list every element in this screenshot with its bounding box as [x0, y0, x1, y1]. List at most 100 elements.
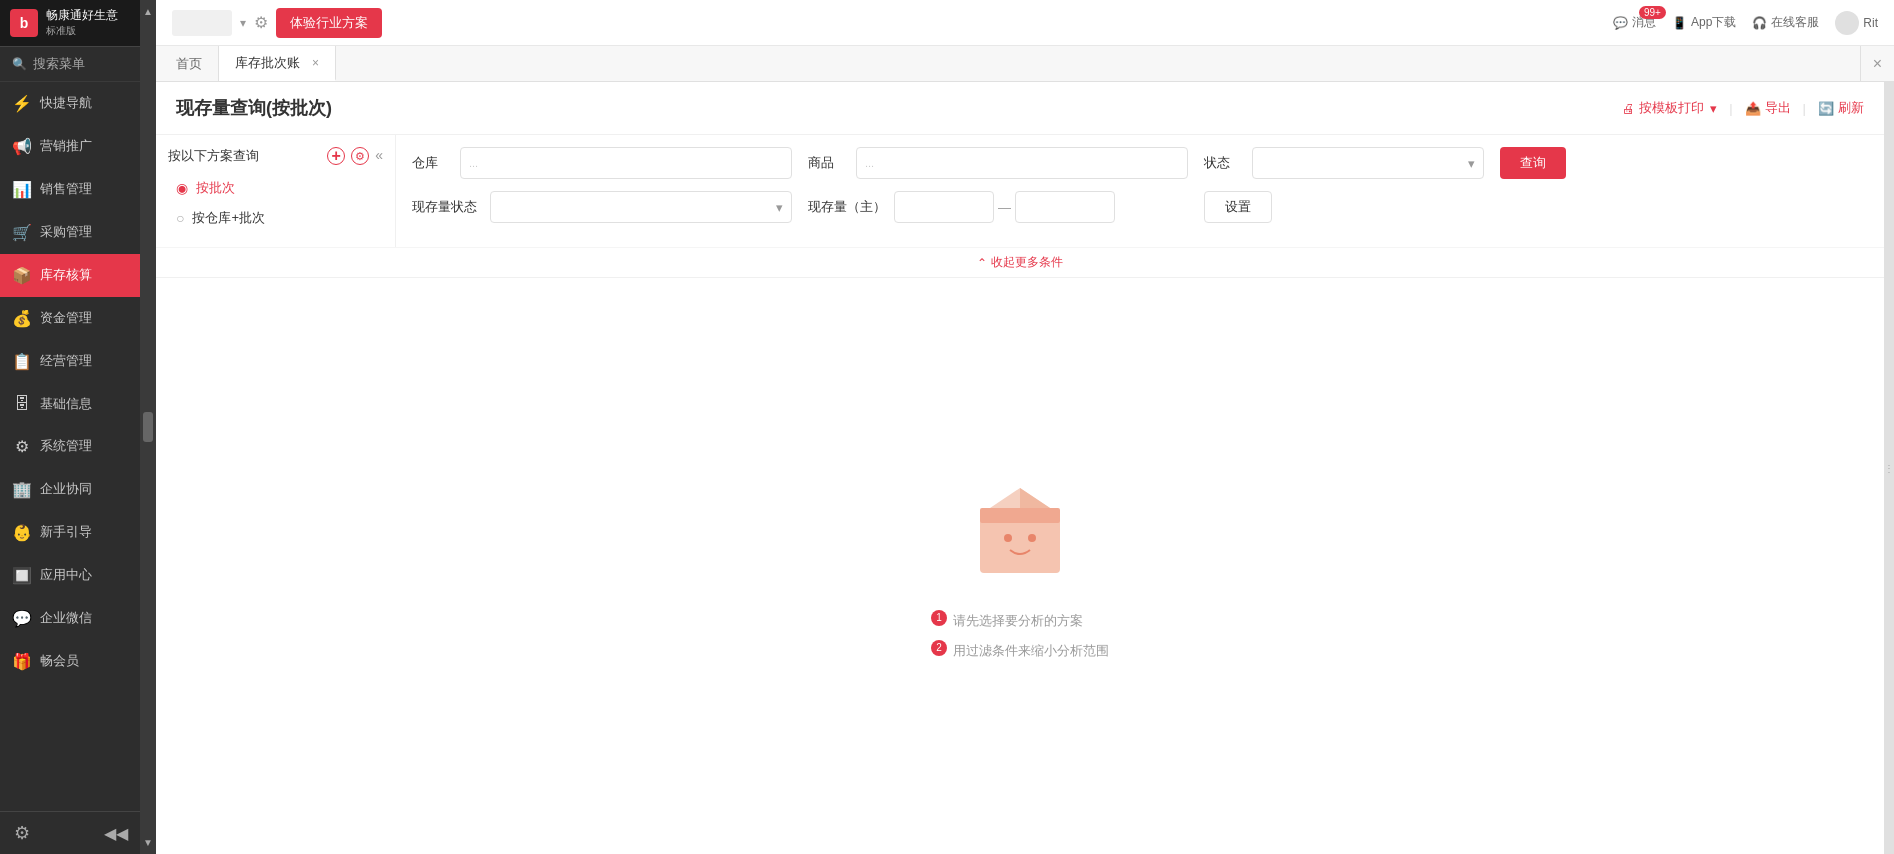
sidebar-item-enterprise[interactable]: 🏢 企业协同 [0, 468, 140, 511]
scheme-item-batch-label: 按批次 [196, 179, 235, 197]
search-icon: 🔍 [12, 57, 27, 71]
warehouse-dots: ... [469, 157, 478, 169]
topbar: ▾ ⚙ 体验行业方案 💬 消息 99+ 📱 App下载 🎧 在线客服 Rit [156, 0, 1894, 46]
app-download-btn[interactable]: 📱 App下载 [1672, 14, 1736, 31]
qty-max-input[interactable] [1015, 191, 1115, 223]
product-label: 商品 [808, 154, 848, 172]
status-label: 状态 [1204, 154, 1244, 172]
qty-range-sep: — [998, 200, 1011, 215]
sidebar-item-inventory[interactable]: 📦 库存核算 [0, 254, 140, 297]
nav-label-enterprise: 企业协同 [40, 480, 92, 498]
nav-label-marketing: 营销推广 [40, 137, 92, 155]
scroll-thumb[interactable] [143, 412, 153, 442]
print-dropdown-icon[interactable]: ▾ [1710, 101, 1717, 116]
page-header: 现存量查询(按批次) 🖨 按模板打印 ▾ | 📤 导出 | 🔄 [156, 82, 1884, 135]
scheme-add-btn[interactable]: + [327, 147, 345, 165]
message-icon: 💬 [1613, 16, 1628, 30]
topbar-right: 💬 消息 99+ 📱 App下载 🎧 在线客服 Rit [1613, 11, 1878, 35]
sidebar-item-marketing[interactable]: 📢 营销推广 [0, 125, 140, 168]
scheme-collapse-btn[interactable]: « [375, 147, 383, 165]
page-close-btn[interactable]: × [1860, 46, 1894, 81]
settings-footer-icon[interactable]: ⚙ [12, 822, 32, 844]
topbar-gear-icon[interactable]: ⚙ [254, 13, 268, 32]
sidebar-item-quick[interactable]: ⚡ 快捷导航 [0, 82, 140, 125]
svg-point-6 [1028, 534, 1036, 542]
sidebar-item-finance[interactable]: 💰 资金管理 [0, 297, 140, 340]
nav-icon-quick: ⚡ [12, 94, 32, 113]
nav-icon-finance: 💰 [12, 309, 32, 328]
status-dropdown-icon: ▾ [1468, 156, 1475, 171]
inv-status-select[interactable]: ▾ [490, 191, 792, 223]
warehouse-label: 仓库 [412, 154, 452, 172]
empty-tip-2: 2 用过滤条件来缩小分析范围 [931, 638, 1109, 664]
sidebar-search[interactable]: 🔍 搜索菜单 [0, 47, 140, 82]
product-dots: ... [865, 157, 874, 169]
sidebar-item-wechat[interactable]: 💬 企业微信 [0, 597, 140, 640]
sidebar-item-operation[interactable]: 📋 经营管理 [0, 340, 140, 383]
nav-icon-basic: 🗄 [12, 395, 32, 413]
scheme-item-batch[interactable]: ◉ 按批次 [168, 173, 383, 203]
topbar-breadcrumb [172, 10, 232, 36]
empty-tip-1-text: 请先选择要分析的方案 [953, 608, 1083, 634]
sidebar-item-sales[interactable]: 📊 销售管理 [0, 168, 140, 211]
empty-tips: 1 请先选择要分析的方案 2 用过滤条件来缩小分析范围 [931, 608, 1109, 664]
sidebar-item-purchase[interactable]: 🛒 采购管理 [0, 211, 140, 254]
sidebar-item-system[interactable]: ⚙ 系统管理 [0, 425, 140, 468]
sidebar-item-basic[interactable]: 🗄 基础信息 [0, 383, 140, 425]
online-service-btn[interactable]: 🎧 在线客服 [1752, 14, 1819, 31]
inv-status-dropdown-icon: ▾ [776, 200, 783, 215]
qty-min-input[interactable] [894, 191, 994, 223]
collapse-conditions-btn[interactable]: ⌃ 收起更多条件 [156, 247, 1884, 277]
filter-status-field: 状态 ▾ [1204, 147, 1484, 179]
sidebar-search-label: 搜索菜单 [33, 55, 85, 73]
topbar-left: ▾ ⚙ 体验行业方案 [172, 8, 1601, 38]
nav-label-basic: 基础信息 [40, 395, 92, 413]
tab-close-icon[interactable]: × [312, 56, 319, 70]
product-input[interactable]: ... [856, 147, 1188, 179]
scheme-settings-btn[interactable]: ⚙ [351, 147, 369, 165]
svg-rect-0 [980, 518, 1060, 573]
tab-home[interactable]: 首页 [156, 46, 219, 81]
refresh-btn[interactable]: 🔄 刷新 [1818, 99, 1864, 117]
query-btn[interactable]: 查询 [1500, 147, 1566, 179]
refresh-label: 刷新 [1838, 99, 1864, 117]
right-scroll-handle[interactable]: ⋮ [1884, 82, 1894, 854]
nav-label-operation: 经营管理 [40, 352, 92, 370]
user-menu-btn[interactable]: Rit [1835, 11, 1878, 35]
collapse-sidebar-icon[interactable]: ◀◀ [104, 824, 128, 843]
collapse-chevron-icon: ⌃ [977, 256, 987, 270]
sidebar-item-newbie[interactable]: 👶 新手引导 [0, 511, 140, 554]
experience-industry-btn[interactable]: 体验行业方案 [276, 8, 382, 38]
scheme-item-batch-icon: ◉ [176, 180, 188, 196]
scheme-actions: + ⚙ « [327, 147, 383, 165]
nav-label-newbie: 新手引导 [40, 523, 92, 541]
scroll-down-arrow[interactable]: ▼ [140, 833, 156, 852]
print-btn[interactable]: 🖨 按模板打印 ▾ [1622, 99, 1717, 117]
filter-fields: 仓库 ... 商品 ... [396, 135, 1884, 247]
nav-icon-operation: 📋 [12, 352, 32, 371]
warehouse-input[interactable]: ... [460, 147, 792, 179]
sidebar-item-vip[interactable]: 🎁 畅会员 [0, 640, 140, 683]
nav-icon-system: ⚙ [12, 437, 32, 456]
settings-btn[interactable]: 设置 [1204, 191, 1272, 223]
breadcrumb-dropdown-icon[interactable]: ▾ [240, 16, 246, 30]
messages-btn[interactable]: 💬 消息 99+ [1613, 14, 1656, 31]
export-btn[interactable]: 📤 导出 [1745, 99, 1791, 117]
tab-inventory-batch[interactable]: 库存批次账 × [219, 46, 336, 81]
scroll-handle-icon: ⋮ [1884, 463, 1894, 474]
status-select[interactable]: ▾ [1252, 147, 1484, 179]
scheme-item-warehouse-batch[interactable]: ○ 按仓库+批次 [168, 203, 383, 233]
scheme-title: 按以下方案查询 [168, 147, 259, 165]
nav-label-purchase: 采购管理 [40, 223, 92, 241]
filter-panel: 按以下方案查询 + ⚙ « ◉ 按批次 [156, 135, 1884, 278]
empty-tip-1: 1 请先选择要分析的方案 [931, 608, 1109, 634]
tab-inventory-batch-label: 库存批次账 [235, 54, 300, 72]
scroll-up-arrow[interactable]: ▲ [140, 2, 156, 21]
export-icon: 📤 [1745, 101, 1761, 116]
nav-label-inventory: 库存核算 [40, 266, 92, 284]
settings-btn-wrap: 设置 [1204, 191, 1272, 223]
sidebar-footer: ⚙ ◀◀ [0, 811, 140, 854]
nav-label-system: 系统管理 [40, 437, 92, 455]
sidebar-item-apps[interactable]: 🔲 应用中心 [0, 554, 140, 597]
nav-label-quick: 快捷导航 [40, 94, 92, 112]
